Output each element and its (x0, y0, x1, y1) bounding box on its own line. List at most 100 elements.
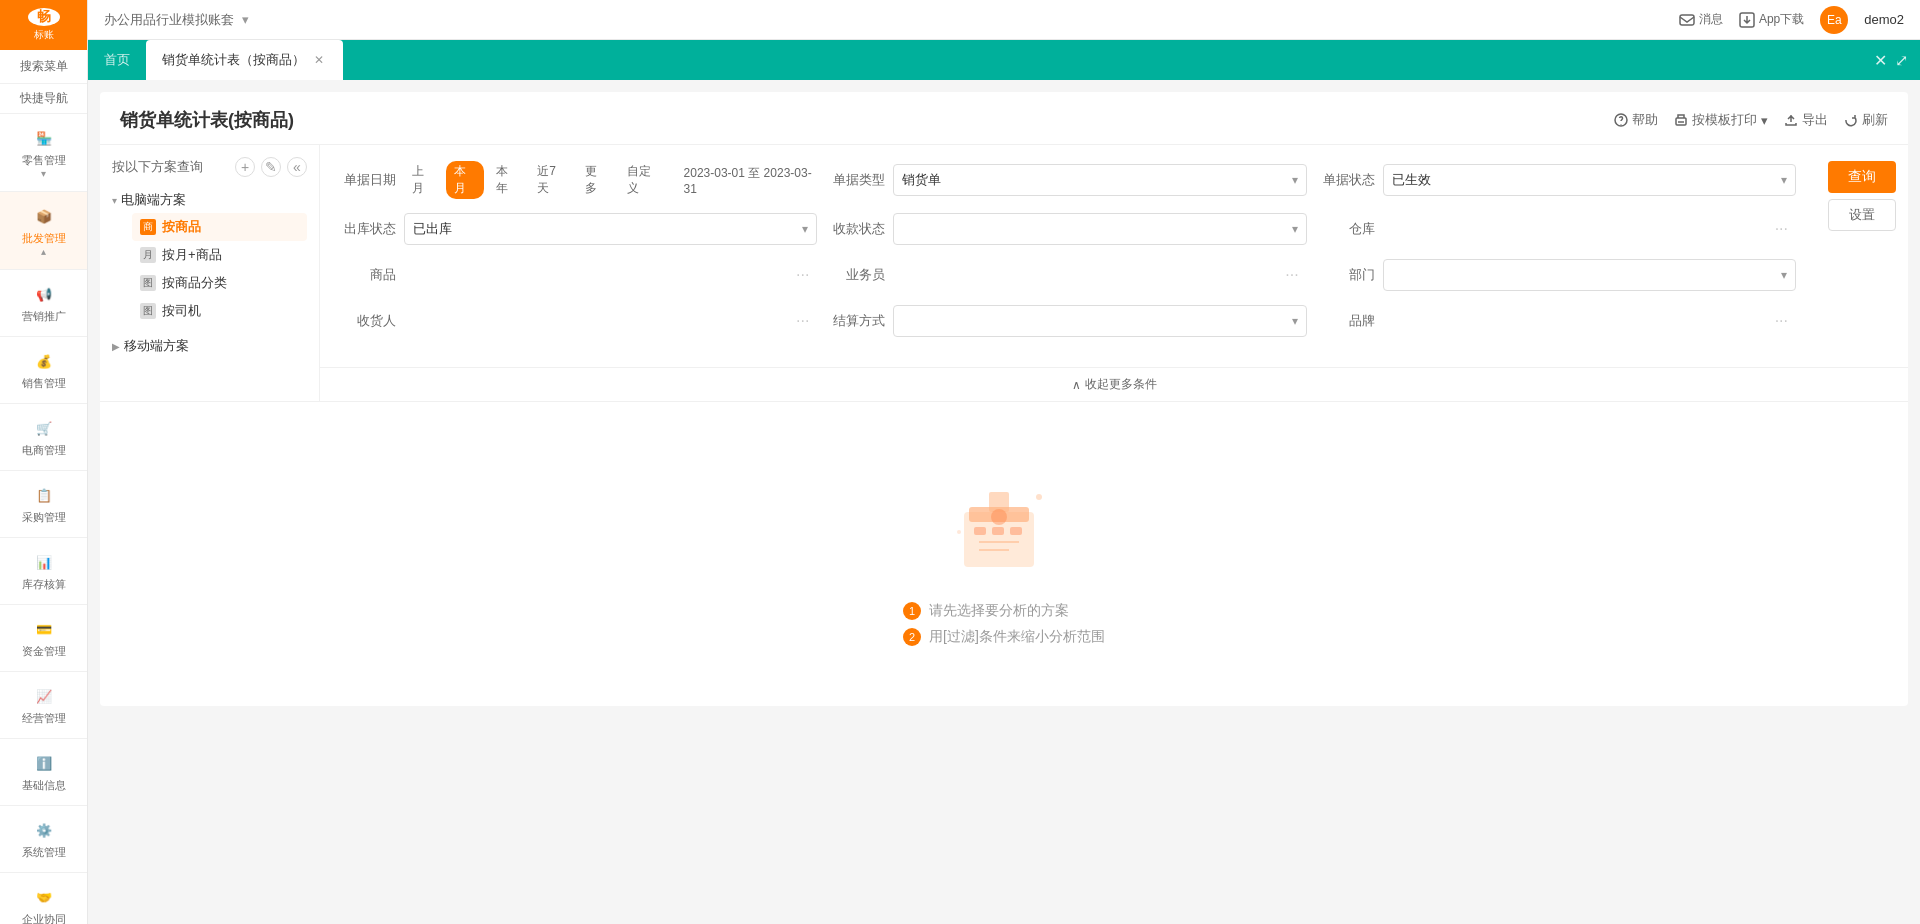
scheme-product-icon: 商 (140, 219, 156, 235)
filter-field-department: 部门 ▾ (1319, 259, 1796, 291)
basic-icon: ℹ️ (32, 751, 56, 775)
warehouse-input[interactable]: ··· (1383, 213, 1796, 245)
message-label: 消息 (1699, 11, 1723, 28)
filter-row-1: 单据日期 上月 本月 本年 近7天 更多 自定义 (340, 161, 1796, 199)
sidebar-item-operations[interactable]: 📈 经营管理 (0, 672, 87, 739)
purchase-icon: 📋 (32, 483, 56, 507)
sidebar-item-system[interactable]: ⚙️ 系统管理 (0, 806, 87, 873)
department-select[interactable]: ▾ (1383, 259, 1796, 291)
sidebar-quicknav-label: 快捷导航 (20, 91, 68, 105)
tree-child-desktop: 商 按商品 月 按月+商品 图 按商品分类 (112, 213, 307, 325)
date-tab-7days[interactable]: 近7天 (529, 161, 573, 199)
tab-close-button[interactable]: ✕ (311, 52, 327, 68)
scheme-by-month-product[interactable]: 月 按月+商品 (132, 241, 307, 269)
filter-field-doc-status: 单据状态 已生效 ▾ (1319, 164, 1796, 196)
sidebar-item-sales[interactable]: 💰 销售管理 (0, 337, 87, 404)
filter-field-receiver: 收货人 ··· (340, 305, 817, 337)
scheme-add-button[interactable]: + (235, 157, 255, 177)
doc-status-select[interactable]: 已生效 ▾ (1383, 164, 1796, 196)
scheme-by-category[interactable]: 图 按商品分类 (132, 269, 307, 297)
sidebar-item-finance[interactable]: 💳 资金管理 (0, 605, 87, 672)
header-dropdown-icon[interactable]: ▾ (242, 12, 249, 27)
tree-node-mobile[interactable]: ▶ 移动端方案 (112, 333, 307, 359)
sidebar-item-marketing[interactable]: 📢 营销推广 (0, 270, 87, 337)
help-button[interactable]: 帮助 (1614, 111, 1658, 129)
empty-illustration (944, 462, 1064, 582)
user-name[interactable]: demo2 (1864, 12, 1904, 27)
logo-text: 标账 (34, 28, 54, 42)
tab-close-all-button[interactable]: ✕ (1874, 51, 1887, 70)
sidebar-item-inventory[interactable]: 📊 库存核算 (0, 538, 87, 605)
header-title: 办公用品行业模拟账套 (104, 11, 234, 29)
tab-maximize-button[interactable]: ⤢ (1895, 51, 1908, 70)
salesperson-label: 业务员 (829, 266, 885, 284)
filter-form: 单据日期 上月 本月 本年 近7天 更多 自定义 (320, 145, 1816, 367)
scheme-by-product[interactable]: 商 按商品 (132, 213, 307, 241)
scheme-product-label: 按商品 (162, 218, 201, 236)
export-button[interactable]: 导出 (1784, 111, 1828, 129)
sidebar-item-wholesale[interactable]: 📦 批发管理 ▴ (0, 192, 87, 270)
settings-button[interactable]: 设置 (1828, 199, 1896, 231)
scheme-panel: 按以下方案查询 + ✎ « ▾ 电脑端方案 (100, 145, 320, 401)
sidebar-item-search[interactable]: 搜索菜单 (0, 50, 87, 84)
payment-select[interactable]: ▾ (893, 305, 1306, 337)
scheme-by-machine[interactable]: 图 按司机 (132, 297, 307, 325)
product-dots[interactable]: ··· (796, 266, 809, 284)
sidebar: 畅 标账 搜索菜单 快捷导航 🏪 零售管理 ▾ 📦 批发管理 ▴ 📢 营销推广 … (0, 0, 88, 924)
enterprise-icon: 🤝 (32, 885, 56, 909)
svg-rect-9 (992, 527, 1004, 535)
filter-field-doc-type: 单据类型 销货单 ▾ (829, 164, 1306, 196)
salesperson-input[interactable]: ··· (893, 259, 1306, 291)
date-tab-last-month[interactable]: 上月 (404, 161, 442, 199)
collect-status-select[interactable]: ▾ (893, 213, 1306, 245)
date-label: 单据日期 (340, 171, 396, 189)
header-right: 消息 App下载 Ea demo2 (1679, 6, 1904, 34)
scheme-edit-button[interactable]: ✎ (261, 157, 281, 177)
tree-desktop-label: 电脑端方案 (121, 191, 186, 209)
sidebar-item-basic[interactable]: ℹ️ 基础信息 (0, 739, 87, 806)
query-button[interactable]: 查询 (1828, 161, 1896, 193)
tab-home[interactable]: 首页 (88, 40, 146, 80)
message-button[interactable]: 消息 (1679, 11, 1723, 28)
action-buttons: 查询 设置 (1816, 145, 1908, 367)
receiver-input[interactable]: ··· (404, 305, 817, 337)
sidebar-item-enterprise[interactable]: 🤝 企业协同 (0, 873, 87, 924)
brand-dots[interactable]: ··· (1775, 312, 1788, 330)
app-download-button[interactable]: App下载 (1739, 11, 1804, 28)
out-status-value: 已出库 (413, 220, 452, 238)
tree-node-desktop[interactable]: ▾ 电脑端方案 (112, 187, 307, 213)
out-status-arrow: ▾ (802, 222, 808, 236)
filter-row-4: 收货人 ··· 结算方式 (340, 305, 1796, 337)
out-status-select[interactable]: 已出库 ▾ (404, 213, 817, 245)
salesperson-dots[interactable]: ··· (1285, 266, 1298, 284)
sidebar-item-quicknav[interactable]: 快捷导航 (0, 84, 87, 114)
brand-input[interactable]: ··· (1383, 305, 1796, 337)
product-input[interactable]: ··· (404, 259, 817, 291)
date-tab-custom[interactable]: 自定义 (619, 161, 668, 199)
sidebar-item-ecommerce[interactable]: 🛒 电商管理 (0, 404, 87, 471)
tip-1-text: 请先选择要分析的方案 (929, 602, 1069, 620)
tab-sales-stat[interactable]: 销货单统计表（按商品） ✕ (146, 40, 343, 80)
receiver-dots[interactable]: ··· (796, 312, 809, 330)
collapse-bar[interactable]: ∧ 收起更多条件 (320, 367, 1908, 401)
print-dropdown-icon[interactable]: ▾ (1761, 113, 1768, 128)
print-button[interactable]: 按模板打印 ▾ (1674, 111, 1768, 129)
system-label: 系统管理 (22, 845, 66, 860)
sidebar-item-purchase[interactable]: 📋 采购管理 (0, 471, 87, 538)
tree-expand-icon: ▾ (112, 195, 117, 206)
warehouse-dots[interactable]: ··· (1775, 220, 1788, 238)
tab-bar: 首页 销货单统计表（按商品） ✕ ✕ ⤢ (88, 40, 1920, 80)
empty-tips: 1 请先选择要分析的方案 2 用[过滤]条件来缩小分析范围 (903, 602, 1105, 646)
inventory-label: 库存核算 (22, 577, 66, 592)
doc-type-select[interactable]: 销货单 ▾ (893, 164, 1306, 196)
inventory-icon: 📊 (32, 550, 56, 574)
sidebar-item-retail[interactable]: 🏪 零售管理 ▾ (0, 114, 87, 192)
date-tab-more[interactable]: 更多 (577, 161, 615, 199)
title-actions: 帮助 按模板打印 ▾ 导出 (1614, 111, 1888, 129)
filter-field-date: 单据日期 上月 本月 本年 近7天 更多 自定义 (340, 161, 817, 199)
date-tab-this-year[interactable]: 本年 (488, 161, 526, 199)
date-tab-this-month[interactable]: 本月 (446, 161, 484, 199)
scheme-collapse-button[interactable]: « (287, 157, 307, 177)
refresh-button[interactable]: 刷新 (1844, 111, 1888, 129)
department-arrow: ▾ (1781, 268, 1787, 282)
